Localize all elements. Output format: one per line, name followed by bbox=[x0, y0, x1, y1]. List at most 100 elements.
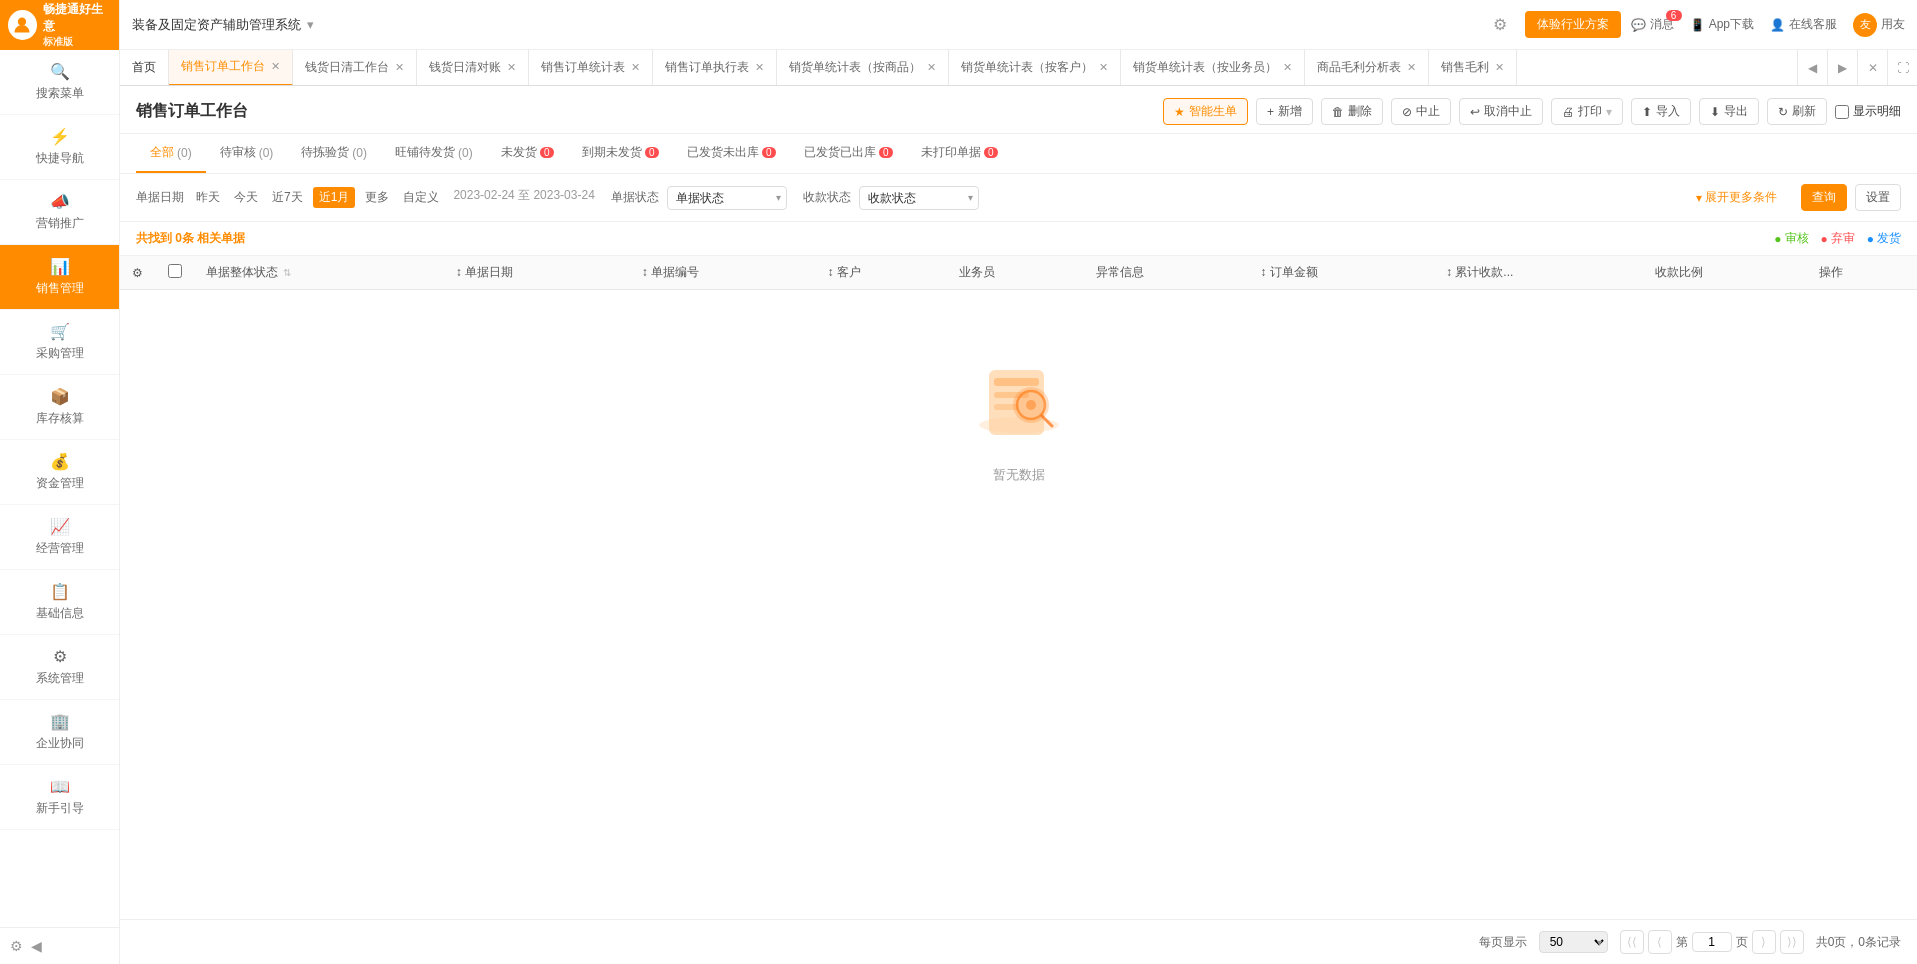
col-customer-header[interactable]: ↕ 客户 bbox=[816, 256, 947, 290]
filter-tab-not-printed[interactable]: 未打印单据0 bbox=[907, 134, 1012, 173]
show-detail-checkbox[interactable] bbox=[1835, 105, 1849, 119]
status-select[interactable]: 单据状态 bbox=[667, 186, 787, 210]
last-page-btn[interactable]: ⟩⟩ bbox=[1780, 930, 1804, 954]
payment-select[interactable]: 收款状态 bbox=[859, 186, 979, 210]
date-opt-近1月[interactable]: 近1月 bbox=[313, 187, 356, 208]
app-download-btn[interactable]: 📱 App下载 bbox=[1690, 16, 1754, 33]
tab-product-margin[interactable]: 商品毛利分析表✕ bbox=[1305, 50, 1429, 86]
next-page-btn[interactable]: ⟩ bbox=[1752, 930, 1776, 954]
tab-close-cash-reconcile[interactable]: ✕ bbox=[507, 61, 516, 74]
tab-home[interactable]: 首页 bbox=[120, 50, 169, 86]
sidebar-item-basic-info[interactable]: 📋基础信息 bbox=[0, 570, 119, 635]
col-number-header[interactable]: ↕ 单据编号 bbox=[630, 256, 816, 290]
filter-tab-pending-review[interactable]: 待审核(0) bbox=[206, 134, 288, 173]
page-input[interactable] bbox=[1692, 932, 1732, 952]
date-opt-昨天[interactable]: 昨天 bbox=[192, 187, 224, 208]
tab-close-all[interactable]: ✕ bbox=[1857, 50, 1887, 86]
sidebar-item-sales[interactable]: 📊销售管理 bbox=[0, 245, 119, 310]
system-dropdown-icon[interactable]: ▾ bbox=[307, 17, 314, 32]
tab-fullscreen[interactable]: ⛶ bbox=[1887, 50, 1917, 86]
prev-page-btn[interactable]: ⟨ bbox=[1648, 930, 1672, 954]
filter-tab-delivered-not-out[interactable]: 已发货未出库0 bbox=[673, 134, 790, 173]
tab-close-sales-exec[interactable]: ✕ bbox=[755, 61, 764, 74]
table-scroll-area[interactable]: ⚙ 单据整体状态 ⇅ ↕ 单据日期 ↕ bbox=[120, 256, 1917, 919]
date-opt-自定义[interactable]: 自定义 bbox=[399, 187, 443, 208]
tab-cash-reconcile[interactable]: 钱货日清对账✕ bbox=[417, 50, 529, 86]
query-btn[interactable]: 查询 bbox=[1801, 184, 1847, 211]
col-check-header[interactable] bbox=[156, 256, 194, 290]
filter-tab-all[interactable]: 全部(0) bbox=[136, 134, 206, 173]
sidebar-item-system[interactable]: ⚙系统管理 bbox=[0, 635, 119, 700]
smart-create-btn[interactable]: ★ 智能生单 bbox=[1163, 98, 1248, 125]
first-page-btn[interactable]: ⟨⟨ bbox=[1620, 930, 1644, 954]
date-opt-更多[interactable]: 更多 bbox=[361, 187, 393, 208]
tab-sales-summary-product[interactable]: 销货单统计表（按商品）✕ bbox=[777, 50, 949, 86]
date-opt-今天[interactable]: 今天 bbox=[230, 187, 262, 208]
message-btn[interactable]: 💬 消息 6 bbox=[1631, 16, 1674, 33]
filter-tab-expired-not-delivered[interactable]: 到期未发货0 bbox=[568, 134, 673, 173]
tab-sales-stats[interactable]: 销售订单统计表✕ bbox=[529, 50, 653, 86]
sidebar-item-marketing[interactable]: 📣营销推广 bbox=[0, 180, 119, 245]
approve-btn[interactable]: ● 审核 bbox=[1774, 230, 1808, 247]
topbar-settings-icon[interactable]: ⚙ bbox=[1493, 15, 1507, 34]
tab-sales-workbench[interactable]: 销售订单工作台✕ bbox=[169, 50, 293, 86]
user-btn[interactable]: 友 用友 bbox=[1853, 13, 1905, 37]
sidebar-item-quick-nav[interactable]: ⚡快捷导航 bbox=[0, 115, 119, 180]
settings-filter-btn[interactable]: 设置 bbox=[1855, 184, 1901, 211]
tab-sales-summary-customer[interactable]: 销货单统计表（按客户）✕ bbox=[949, 50, 1121, 86]
col-collected-header[interactable]: ↕ 累计收款... bbox=[1434, 256, 1643, 290]
filter-tab-delivered-out[interactable]: 已发货已出库0 bbox=[790, 134, 907, 173]
col-status-header[interactable]: 单据整体状态 ⇅ bbox=[194, 256, 444, 290]
tab-close-cash-daily[interactable]: ✕ bbox=[395, 61, 404, 74]
col-date-header[interactable]: ↕ 单据日期 bbox=[444, 256, 630, 290]
tab-scroll-right[interactable]: ▶ bbox=[1827, 50, 1857, 86]
tab-close-sales-summary-customer[interactable]: ✕ bbox=[1099, 61, 1108, 74]
tab-close-sales-stats[interactable]: ✕ bbox=[631, 61, 640, 74]
online-service-btn[interactable]: 👤 在线客服 bbox=[1770, 16, 1837, 33]
filter-tab-pending-check[interactable]: 待拣验货(0) bbox=[287, 134, 381, 173]
col-amount-header[interactable]: ↕ 订单金额 bbox=[1248, 256, 1434, 290]
empty-state: 暂无数据 bbox=[120, 290, 1917, 544]
industry-btn[interactable]: 体验行业方案 bbox=[1525, 11, 1621, 38]
tab-sales-profit[interactable]: 销售毛利✕ bbox=[1429, 50, 1517, 86]
select-all-checkbox[interactable] bbox=[168, 264, 182, 278]
expand-conditions-btn[interactable]: ▾ 展开更多条件 bbox=[1696, 189, 1777, 206]
tab-sales-exec[interactable]: 销售订单执行表✕ bbox=[653, 50, 777, 86]
date-opt-近7天[interactable]: 近7天 bbox=[268, 187, 307, 208]
per-page-select[interactable]: 50 10 20 100 bbox=[1539, 931, 1608, 953]
stop-btn[interactable]: ⊘ 中止 bbox=[1391, 98, 1451, 125]
tab-scroll-left[interactable]: ◀ bbox=[1797, 50, 1827, 86]
sidebar-item-inventory[interactable]: 📦库存核算 bbox=[0, 375, 119, 440]
import-btn[interactable]: ⬆ 导入 bbox=[1631, 98, 1691, 125]
tab-close-sales-workbench[interactable]: ✕ bbox=[271, 60, 280, 73]
filter-tab-not-delivered[interactable]: 未发货0 bbox=[487, 134, 568, 173]
refresh-btn[interactable]: ↻ 刷新 bbox=[1767, 98, 1827, 125]
sidebar-item-enterprise[interactable]: 🏢企业协同 bbox=[0, 700, 119, 765]
cancel-stop-btn[interactable]: ↩ 取消中止 bbox=[1459, 98, 1543, 125]
deliver-btn[interactable]: ● 发货 bbox=[1867, 230, 1901, 247]
add-btn[interactable]: + 新增 bbox=[1256, 98, 1313, 125]
show-detail-label[interactable]: 显示明细 bbox=[1835, 103, 1901, 120]
sidebar-bottom: ⚙ ◀ bbox=[0, 927, 119, 964]
sidebar-item-guide[interactable]: 📖新手引导 bbox=[0, 765, 119, 830]
tab-sales-summary-staff[interactable]: 销货单统计表（按业务员）✕ bbox=[1121, 50, 1305, 86]
tab-close-sales-summary-staff[interactable]: ✕ bbox=[1283, 61, 1292, 74]
filter-tab-wangpu-deliver[interactable]: 旺铺待发货(0) bbox=[381, 134, 487, 173]
print-btn[interactable]: 🖨 打印 ▾ bbox=[1551, 98, 1623, 125]
filter-tab-label: 已发货未出库 bbox=[687, 144, 759, 161]
sidebar-settings-icon[interactable]: ⚙ bbox=[10, 938, 23, 954]
sidebar-item-operations[interactable]: 📈经营管理 bbox=[0, 505, 119, 570]
sidebar-item-purchase[interactable]: 🛒采购管理 bbox=[0, 310, 119, 375]
sidebar-collapse-icon[interactable]: ◀ bbox=[31, 938, 42, 954]
delete-btn[interactable]: 🗑 删除 bbox=[1321, 98, 1383, 125]
sidebar-item-finance[interactable]: 💰资金管理 bbox=[0, 440, 119, 505]
tab-cash-daily[interactable]: 钱货日清工作台✕ bbox=[293, 50, 417, 86]
col-settings-header[interactable]: ⚙ bbox=[120, 256, 156, 290]
export-btn[interactable]: ⬇ 导出 bbox=[1699, 98, 1759, 125]
reject-btn[interactable]: ● 弃审 bbox=[1821, 230, 1855, 247]
tab-close-sales-summary-product[interactable]: ✕ bbox=[927, 61, 936, 74]
sidebar-item-search[interactable]: 🔍搜索菜单 bbox=[0, 50, 119, 115]
tab-close-product-margin[interactable]: ✕ bbox=[1407, 61, 1416, 74]
page-title: 销售订单工作台 bbox=[136, 101, 248, 122]
tab-close-sales-profit[interactable]: ✕ bbox=[1495, 61, 1504, 74]
